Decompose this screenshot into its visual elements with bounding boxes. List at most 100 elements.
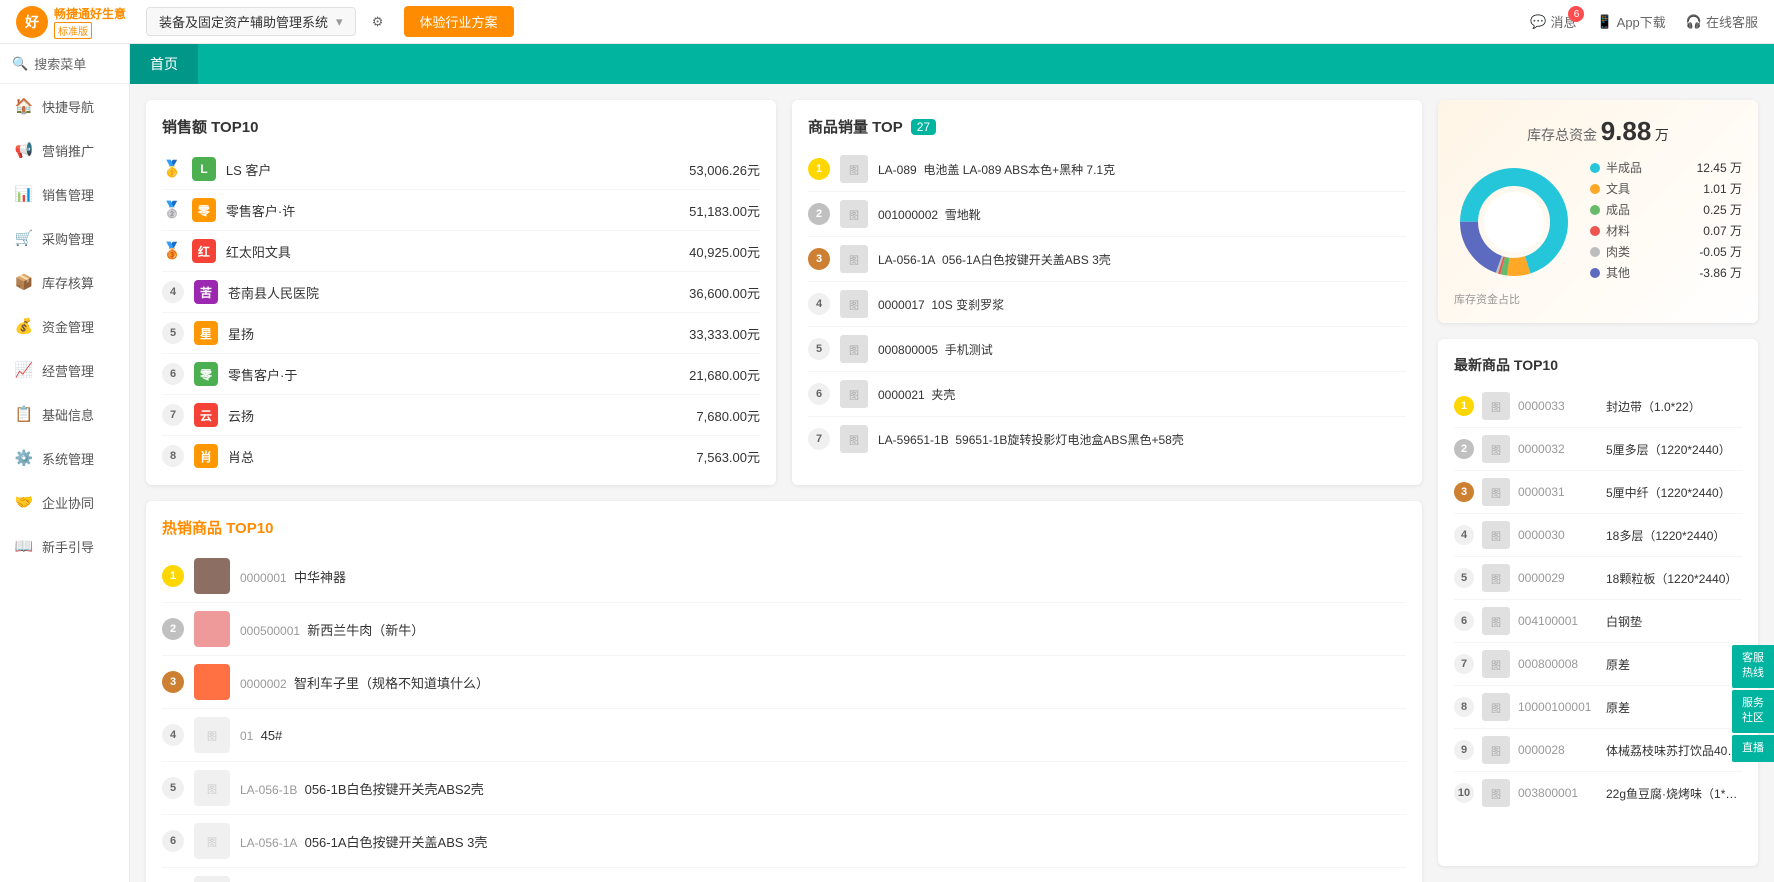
customer-name: 云扬: [228, 406, 686, 425]
customer-avatar: 红: [192, 239, 216, 263]
product-name: 0000021 夹壳: [878, 386, 1406, 403]
table-row: 6 零 零售客户·于 21,680.00元: [162, 354, 760, 395]
rank-badge: 4: [808, 293, 830, 315]
hot-product-row: 2 000500001 新西兰牛肉（新牛）: [162, 603, 1406, 656]
new-rank-badge: 3: [1454, 482, 1474, 502]
sales-amount: 33,333.00元: [689, 324, 760, 343]
inventory-chart-note: 库存资金占比: [1454, 291, 1742, 307]
new-product-code: 10000100001: [1518, 700, 1598, 714]
legend-color: [1590, 247, 1600, 257]
rank-badge: 4: [162, 281, 184, 303]
purchase-icon: 🛒: [14, 228, 34, 248]
rank-badge: 2: [162, 618, 184, 640]
system-name: 装备及固定资产辅助管理系统: [159, 12, 328, 31]
new-product-img: 图: [1482, 693, 1510, 721]
new-products-title: 最新商品 TOP10: [1454, 355, 1558, 375]
hot-product-row: 5 图 LA-056-1B 056-1B白色按键开关壳ABS2壳: [162, 762, 1406, 815]
new-products-header: 最新商品 TOP10: [1454, 355, 1742, 375]
sidebar-item-home[interactable]: 🏠 快捷导航: [0, 84, 129, 128]
sidebar-item-sales[interactable]: 📊 销售管理: [0, 172, 129, 216]
top-products-title: 商品销量 TOP: [808, 116, 903, 137]
legend-color: [1590, 163, 1600, 173]
customer-avatar: L: [192, 157, 216, 181]
legend-item: 肉类 -0.05 万: [1590, 243, 1742, 260]
sales-amount: 40,925.00元: [689, 242, 760, 261]
float-service-community[interactable]: 服务社区: [1732, 690, 1774, 733]
sidebar-item-system[interactable]: ⚙️ 系统管理: [0, 436, 129, 480]
table-row: 🥉 红 红太阳文具 40,925.00元: [162, 231, 760, 272]
nav-tabs: 首页: [130, 44, 1774, 84]
legend-color: [1590, 205, 1600, 215]
customer-name: 红太阳文具: [226, 242, 679, 261]
inventory-unit: 万: [1655, 127, 1669, 143]
legend-label: 文具: [1606, 180, 1697, 197]
rank-badge: 7: [162, 404, 184, 426]
table-row: 6 图 0000021 夹壳: [808, 372, 1406, 417]
new-product-row: 5 图 0000029 18颗粒板（1220*2440）: [1454, 557, 1742, 600]
float-service-live[interactable]: 直播: [1732, 735, 1774, 762]
legend-item: 文具 1.01 万: [1590, 180, 1742, 197]
rank-badge: 1: [162, 565, 184, 587]
product-name: 0000017 10S 变刹罗浆: [878, 296, 1406, 313]
new-product-row: 7 图 000800008 原差: [1454, 643, 1742, 686]
new-rank-badge: 10: [1454, 783, 1474, 803]
table-row: 2 图 001000002 雪地靴: [808, 192, 1406, 237]
product-info: 0000001 中华神器: [240, 567, 1406, 586]
new-product-row: 8 图 10000100001 原差: [1454, 686, 1742, 729]
product-name: 000800005 手机测试: [878, 341, 1406, 358]
right-column: 库存总资金 9.88 万: [1438, 100, 1758, 866]
product-name: LA-056-1A 056-1A白色按键开关盖ABS 3壳: [878, 251, 1406, 268]
settings-icon[interactable]: ⚙: [364, 8, 392, 36]
app-download-button[interactable]: 📱 App下载: [1596, 12, 1665, 31]
top-sales-card: 销售额 TOP10 🥇 L LS 客户 53,006.26元 🥈 零 零售客户·…: [146, 100, 776, 485]
headset-icon: 🎧: [1686, 14, 1702, 30]
sidebar-item-basic-info[interactable]: 📋 基础信息: [0, 392, 129, 436]
search-menu[interactable]: 🔍 搜索菜单: [0, 44, 129, 84]
sales-icon: 📊: [14, 184, 34, 204]
sidebar-item-cooperation[interactable]: 🤝 企业协同: [0, 480, 129, 524]
float-service-hotline[interactable]: 客服热线: [1732, 645, 1774, 688]
table-row: 5 图 000800005 手机测试: [808, 327, 1406, 372]
top-sales-list: 🥇 L LS 客户 53,006.26元 🥈 零 零售客户·许 51,183.0…: [162, 149, 760, 469]
inventory-card: 库存总资金 9.88 万: [1438, 100, 1758, 323]
product-name: 001000002 雪地靴: [878, 206, 1406, 223]
new-product-img: 图: [1482, 779, 1510, 807]
inventory-title: 库存总资金: [1527, 127, 1597, 143]
sidebar-item-purchase[interactable]: 🛒 采购管理: [0, 216, 129, 260]
rank-badge: 6: [162, 363, 184, 385]
online-service-button[interactable]: 🎧 在线客服: [1686, 12, 1758, 31]
sidebar-item-management[interactable]: 📈 经营管理: [0, 348, 129, 392]
sidebar-item-guide[interactable]: 📖 新手引导: [0, 524, 129, 568]
sales-amount: 36,600.00元: [689, 283, 760, 302]
logo-area: 好 畅捷通好生意 标准版: [16, 5, 146, 39]
table-row: 4 苦 苍南县人民医院 36,600.00元: [162, 272, 760, 313]
rank-badge: 4: [162, 724, 184, 746]
legend-item: 成品 0.25 万: [1590, 201, 1742, 218]
donut-chart: [1454, 162, 1574, 282]
new-product-img: 图: [1482, 392, 1510, 420]
inventory-icon: 📦: [14, 272, 34, 292]
app-download-label: App下载: [1617, 12, 1666, 31]
product-img: 图: [840, 335, 868, 363]
legend-label: 半成品: [1606, 159, 1691, 176]
tab-home[interactable]: 首页: [130, 44, 198, 84]
sidebar-item-inventory[interactable]: 📦 库存核算: [0, 260, 129, 304]
new-product-name: 体械荔枝味苏打饮品400毫升（1*15）: [1606, 742, 1742, 759]
new-product-name: 18多层（1220*2440）: [1606, 527, 1742, 544]
legend-value: -0.05 万: [1699, 243, 1742, 260]
sidebar-item-marketing[interactable]: 📢 营销推广: [0, 128, 129, 172]
system-selector[interactable]: 装备及固定资产辅助管理系统 ▾: [146, 7, 356, 36]
legend-value: 0.25 万: [1703, 201, 1742, 218]
new-rank-badge: 6: [1454, 611, 1474, 631]
sidebar-label-management: 经营管理: [42, 361, 94, 380]
logo-text: 畅捷通好生意 标准版: [54, 5, 126, 39]
product-img: 图: [840, 380, 868, 408]
product-img: 图: [840, 290, 868, 318]
trial-button[interactable]: 体验行业方案: [404, 6, 514, 37]
sidebar-item-finance[interactable]: 💰 资金管理: [0, 304, 129, 348]
customer-name: 零售客户·许: [226, 201, 679, 220]
message-button[interactable]: 💬 消息 6: [1530, 12, 1576, 31]
home-icon: 🏠: [14, 96, 34, 116]
new-product-name: 5厘中纤（1220*2440）: [1606, 484, 1742, 501]
new-rank-badge: 1: [1454, 396, 1474, 416]
